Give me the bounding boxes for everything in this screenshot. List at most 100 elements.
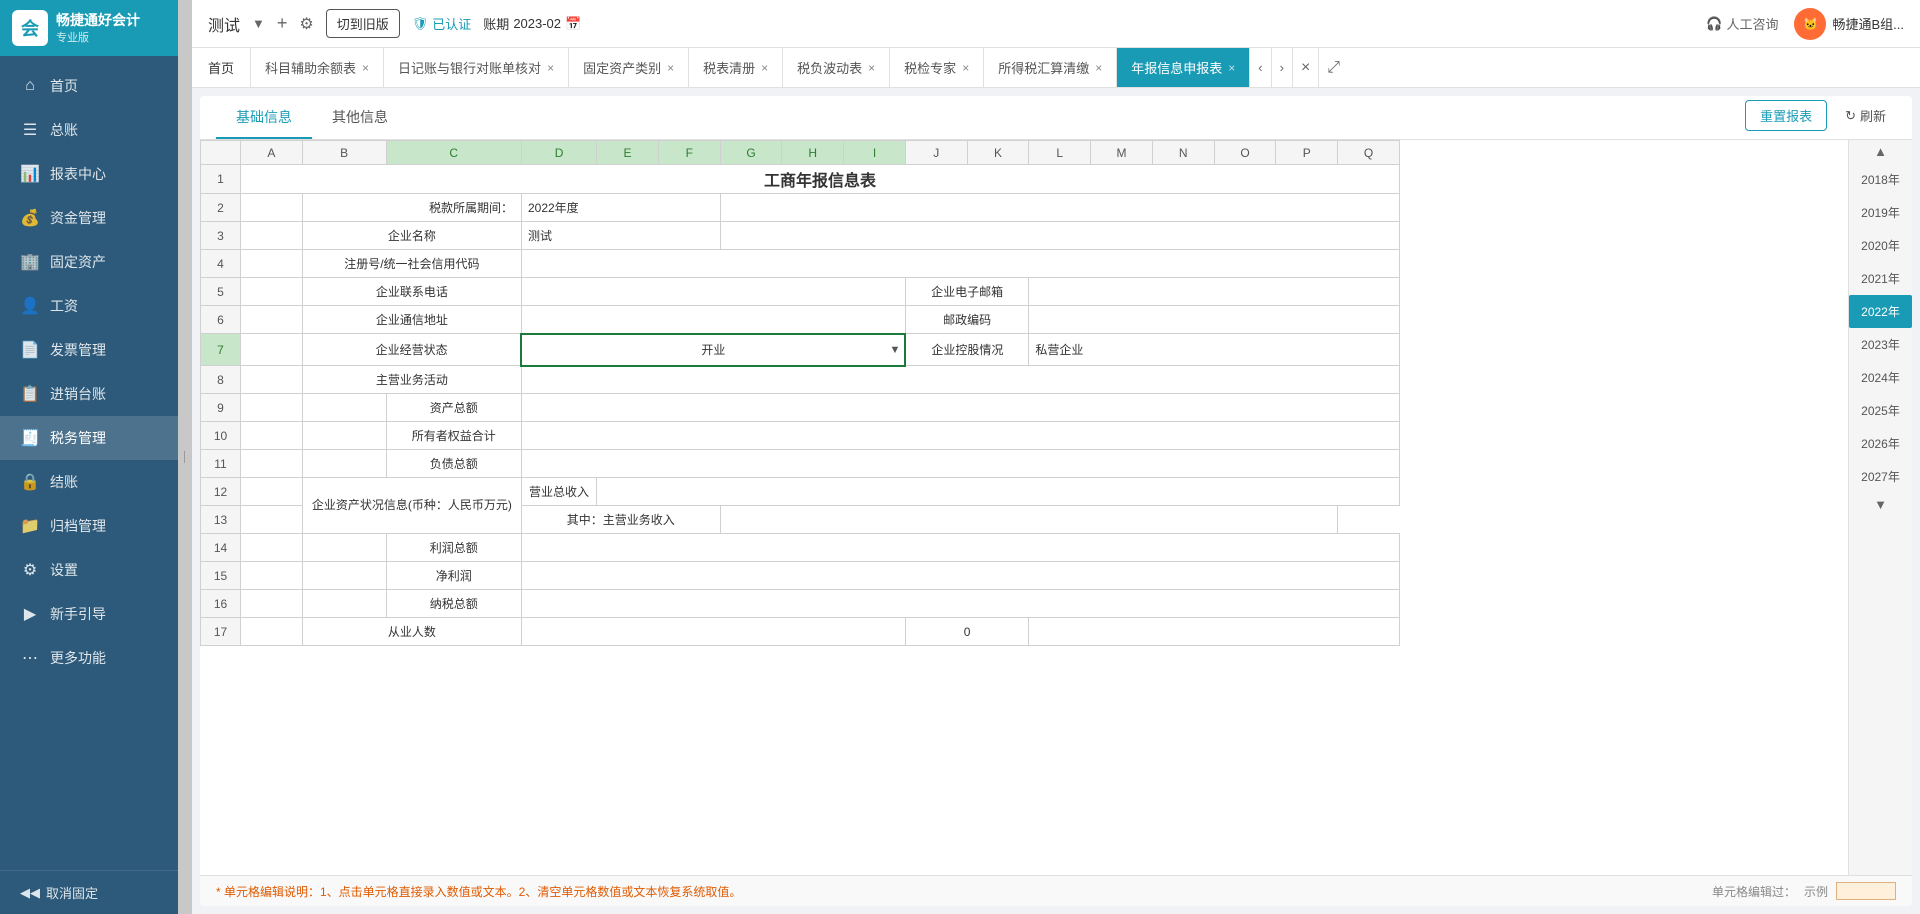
year-panel-down[interactable]: ▼ (1849, 493, 1912, 516)
cell-12-rest[interactable] (597, 478, 1400, 506)
spreadsheet-main[interactable]: A B C D E F G H I J K L (200, 140, 1848, 875)
tab-journal-bank[interactable]: 日记账与银行对账单核对 × (384, 48, 569, 87)
sidebar-item-guide[interactable]: ▶ 新手引导 (0, 592, 178, 636)
cell-12-A[interactable] (241, 478, 303, 506)
cell-3-BC[interactable]: 企业名称 (302, 222, 521, 250)
topbar-add-icon[interactable]: + (277, 13, 288, 34)
sidebar-item-ledger[interactable]: ☰ 总账 (0, 108, 178, 152)
tab-fixed-asset-close[interactable]: × (667, 61, 674, 75)
year-2019[interactable]: 2019年 (1849, 196, 1912, 229)
cell-16-C[interactable]: 纳税总额 (386, 590, 521, 618)
cell-17-rest[interactable] (1029, 618, 1400, 646)
cell-6-postal-label[interactable]: 邮政编码 (905, 306, 1029, 334)
cell-4-A[interactable] (241, 250, 303, 278)
cell-13-main-revenue[interactable]: 其中：主营业务收入 (521, 506, 720, 534)
year-panel-up[interactable]: ▲ (1849, 140, 1912, 163)
subtab-basic[interactable]: 基础信息 (216, 97, 312, 139)
tab-annual-report[interactable]: 年报信息申报表 × (1117, 48, 1250, 87)
sidebar-item-report[interactable]: 📊 报表中心 (0, 152, 178, 196)
cell-7-holding[interactable]: 私营企业 (1029, 334, 1400, 366)
cell-11-rest[interactable] (521, 450, 1399, 478)
cell-16-B[interactable] (302, 590, 386, 618)
cell-8-rest[interactable] (521, 366, 1399, 394)
cell-7-A[interactable] (241, 334, 303, 366)
cell-6-BC[interactable]: 企业通信地址 (302, 306, 521, 334)
cell-6-A[interactable] (241, 306, 303, 334)
year-2022[interactable]: 2022年 (1849, 295, 1912, 328)
sidebar-item-fund[interactable]: 💰 资金管理 (0, 196, 178, 240)
sidebar-item-invoice[interactable]: 📄 发票管理 (0, 328, 178, 372)
cell-9-B[interactable] (302, 394, 386, 422)
support-button[interactable]: 🎧 人工咨询 (1706, 14, 1778, 33)
cell-15-A[interactable] (241, 562, 303, 590)
tab-home[interactable]: 首页 (192, 48, 251, 87)
cell-6-postal[interactable] (1029, 306, 1400, 334)
cell-5-phone[interactable] (521, 278, 905, 306)
sidebar-item-home[interactable]: ⌂ 首页 (0, 64, 178, 108)
sidebar-item-salary[interactable]: 👤 工资 (0, 284, 178, 328)
cell-12-C-revenue[interactable]: 营业总收入 (521, 478, 596, 506)
cell-5-email[interactable] (1029, 278, 1400, 306)
sidebar-item-settings[interactable]: ⚙ 设置 (0, 548, 178, 592)
tab-tax-expert[interactable]: 税检专家 × (890, 48, 984, 87)
year-2026[interactable]: 2026年 (1849, 427, 1912, 460)
tab-journal-bank-close[interactable]: × (547, 61, 554, 75)
cell-11-B[interactable] (302, 450, 386, 478)
cell-5-A[interactable] (241, 278, 303, 306)
cancel-fixed-btn[interactable]: ◀◀ 取消固定 (0, 870, 178, 914)
tab-close-all[interactable]: × (1293, 48, 1319, 87)
year-2021[interactable]: 2021年 (1849, 262, 1912, 295)
cell-9-A[interactable] (241, 394, 303, 422)
tab-tax-wave-close[interactable]: × (868, 61, 875, 75)
cell-15-C[interactable]: 净利润 (386, 562, 521, 590)
cell-13-A[interactable] (241, 506, 303, 534)
year-2023[interactable]: 2023年 (1849, 328, 1912, 361)
cell-10-rest[interactable] (521, 422, 1399, 450)
year-2025[interactable]: 2025年 (1849, 394, 1912, 427)
tab-tax-calc-close[interactable]: × (1095, 61, 1102, 75)
cell-14-A[interactable] (241, 534, 303, 562)
cell-3-A[interactable] (241, 222, 303, 250)
calendar-icon[interactable]: 📅 (565, 16, 581, 32)
tab-tax-wave[interactable]: 税负波动表 × (783, 48, 890, 87)
cell-9-C[interactable]: 资产总额 (386, 394, 521, 422)
refresh-button[interactable]: ↻ 刷新 (1835, 101, 1896, 130)
sidebar-item-fixed[interactable]: 🏢 固定资产 (0, 240, 178, 284)
cell-3-DEF[interactable]: 测试 (521, 222, 720, 250)
cell-15-B[interactable] (302, 562, 386, 590)
cell-7-BC[interactable]: 企业经营状态 (302, 334, 521, 366)
cell-7-status[interactable]: 开业 ▼ (521, 334, 905, 366)
tab-tax-table-close[interactable]: × (761, 61, 768, 75)
cell-10-A[interactable] (241, 422, 303, 450)
cell-5-BC[interactable]: 企业联系电话 (302, 278, 521, 306)
cell-4-BC[interactable]: 注册号/统一社会信用代码 (302, 250, 521, 278)
tab-nav-prev[interactable]: ‹ (1250, 48, 1271, 87)
cell-2-rest[interactable] (720, 194, 1399, 222)
cell-17-A[interactable] (241, 618, 303, 646)
cell-12-BC-assets[interactable]: 企业资产状况信息(币种：人民币万元) (302, 478, 521, 534)
tab-aux-balance-close[interactable]: × (362, 61, 369, 75)
cell-11-A[interactable] (241, 450, 303, 478)
cell-15-rest[interactable] (521, 562, 1399, 590)
cell-2-DEF[interactable]: 2022年度 (521, 194, 720, 222)
table-title-cell[interactable]: 工商年报信息表 (241, 165, 1400, 194)
year-2024[interactable]: 2024年 (1849, 361, 1912, 394)
cell-2-BC[interactable]: 税款所属期间： (302, 194, 521, 222)
sidebar-item-tax[interactable]: 🧾 税务管理 (0, 416, 178, 460)
tab-annual-report-close[interactable]: × (1228, 61, 1235, 75)
tab-tax-table[interactable]: 税表清册 × (689, 48, 783, 87)
tab-tax-calc[interactable]: 所得税汇算清缴 × (984, 48, 1117, 87)
cell-5-email-label[interactable]: 企业电子邮箱 (905, 278, 1029, 306)
year-2027[interactable]: 2027年 (1849, 460, 1912, 493)
sidebar-item-close[interactable]: 🔒 结账 (0, 460, 178, 504)
cell-14-B[interactable] (302, 534, 386, 562)
cell-16-A[interactable] (241, 590, 303, 618)
topbar-dropdown-icon[interactable]: ▼ (252, 16, 265, 31)
cell-14-C[interactable]: 利润总额 (386, 534, 521, 562)
subtab-other[interactable]: 其他信息 (312, 97, 408, 139)
cell-8-A[interactable] (241, 366, 303, 394)
cell-13-rest[interactable] (720, 506, 1338, 534)
cell-17-zero[interactable]: 0 (905, 618, 1029, 646)
cell-10-B[interactable] (302, 422, 386, 450)
cell-6-addr[interactable] (521, 306, 905, 334)
